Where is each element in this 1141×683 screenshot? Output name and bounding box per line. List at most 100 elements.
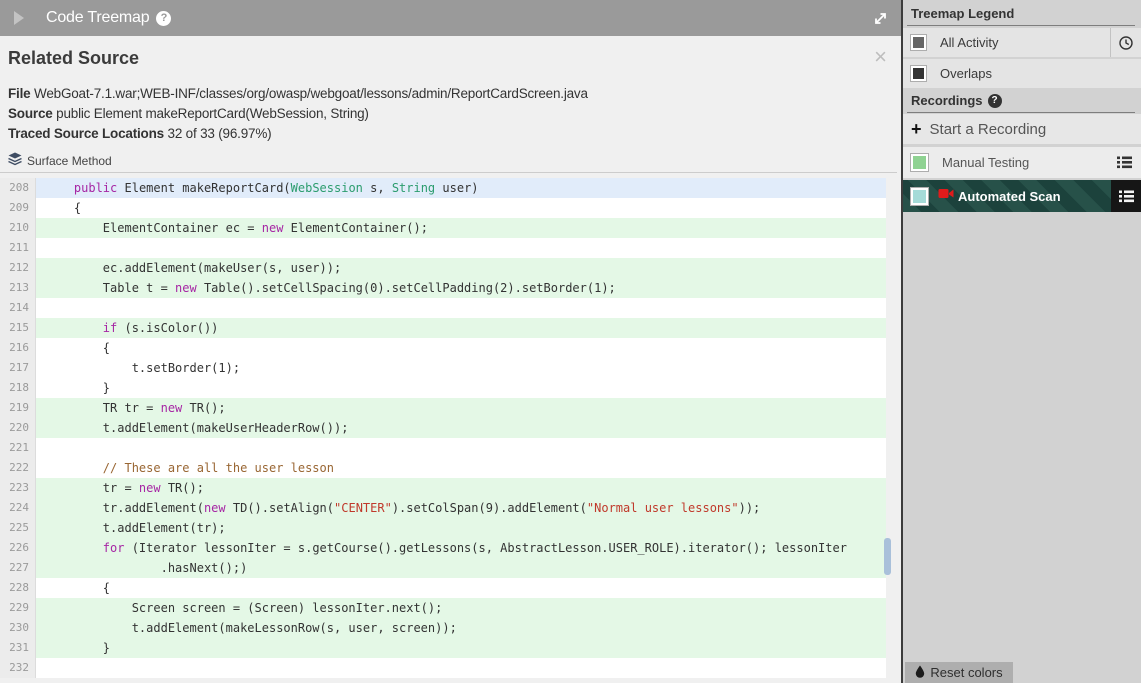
line-number: 209	[0, 198, 36, 218]
layers-icon	[8, 152, 22, 169]
code-line[interactable]: 226 for (Iterator lessonIter = s.getCour…	[0, 538, 886, 558]
line-number: 217	[0, 358, 36, 378]
code-text: t.addElement(tr);	[36, 518, 886, 538]
code-line[interactable]: 231 }	[0, 638, 886, 658]
code-line[interactable]: 227 .hasNext();)	[0, 558, 886, 578]
line-number: 208	[0, 178, 36, 198]
recordings-title-text: Recordings	[911, 93, 983, 108]
line-number: 219	[0, 398, 36, 418]
code-line[interactable]: 220 t.addElement(makeUserHeaderRow());	[0, 418, 886, 438]
code-line[interactable]: 217 t.setBorder(1);	[0, 358, 886, 378]
code-line[interactable]: 230 t.addElement(makeLessonRow(s, user, …	[0, 618, 886, 638]
code-line[interactable]: 223 tr = new TR();	[0, 478, 886, 498]
close-icon[interactable]: ×	[874, 46, 887, 68]
video-camera-icon	[938, 187, 954, 205]
all-activity-label: All Activity	[940, 35, 999, 50]
code-line[interactable]: 232	[0, 658, 886, 678]
traced-label: Traced Source Locations	[8, 126, 164, 141]
code-line[interactable]: 224 tr.addElement(new TD().setAlign("CEN…	[0, 498, 886, 518]
line-number: 215	[0, 318, 36, 338]
code-viewer: 208 public Element makeReportCard(WebSes…	[0, 178, 886, 678]
code-line[interactable]: 209 {	[0, 198, 886, 218]
plus-icon: +	[911, 119, 922, 139]
code-text: ec.addElement(makeUser(s, user));	[36, 258, 886, 278]
line-number: 229	[0, 598, 36, 618]
code-line[interactable]: 225 t.addElement(tr);	[0, 518, 886, 538]
recordings-help-icon[interactable]: ?	[987, 93, 1002, 108]
all-activity-swatch	[910, 34, 927, 51]
line-number: 221	[0, 438, 36, 458]
code-line[interactable]: 216 {	[0, 338, 886, 358]
list-icon[interactable]	[1107, 156, 1141, 169]
start-recording-button[interactable]: + Start a Recording	[903, 114, 1141, 144]
code-line[interactable]: 214	[0, 298, 886, 318]
code-line[interactable]: 222 // These are all the user lesson	[0, 458, 886, 478]
surface-method-badge: Surface Method	[8, 152, 112, 169]
surface-method-label: Surface Method	[27, 153, 112, 168]
code-line[interactable]: 212 ec.addElement(makeUser(s, user));	[0, 258, 886, 278]
reset-colors-label: Reset colors	[930, 665, 1003, 680]
code-text: {	[45, 581, 111, 595]
source-line: Source public Element makeReportCard(Web…	[8, 104, 588, 124]
recordings-rule	[907, 112, 1135, 113]
code-scrollbar-thumb[interactable]	[884, 538, 891, 575]
reset-colors-button[interactable]: Reset colors	[905, 662, 1013, 683]
code-line[interactable]: 208 public Element makeReportCard(WebSes…	[0, 178, 886, 198]
code-line[interactable]: 210 ElementContainer ec = new ElementCon…	[0, 218, 886, 238]
header-divider	[0, 172, 897, 173]
code-text: tr = new TR();	[36, 478, 886, 498]
code-text: if (s.isColor())	[36, 318, 886, 338]
source-value: public Element makeReportCard(WebSession…	[56, 106, 369, 121]
file-label: File	[8, 86, 31, 101]
legend-item-overlaps[interactable]: Overlaps	[903, 59, 1141, 88]
legend-item-all-activity[interactable]: All Activity	[903, 28, 1141, 57]
code-line[interactable]: 229 Screen screen = (Screen) lessonIter.…	[0, 598, 886, 618]
recordings-title: Recordings ?	[911, 93, 1002, 108]
line-number: 224	[0, 498, 36, 518]
help-icon[interactable]: ?	[156, 10, 172, 26]
line-number: 232	[0, 658, 36, 678]
code-line[interactable]: 211	[0, 238, 886, 258]
code-text: // These are all the user lesson	[102, 461, 334, 475]
code-text: public Element makeReportCard(WebSession…	[36, 178, 886, 198]
list-icon[interactable]	[1111, 180, 1141, 212]
line-number: 222	[0, 458, 36, 478]
treemap-sidebar: Treemap Legend All Activity Overlaps Rec…	[901, 0, 1141, 683]
recording-row-automated-scan[interactable]: Automated Scan	[903, 180, 1141, 212]
code-line[interactable]: 228 {	[0, 578, 886, 598]
code-text: }	[45, 381, 111, 395]
code-text: {	[45, 201, 82, 215]
recording-row-manual-testing[interactable]: Manual Testing	[903, 147, 1141, 178]
overlaps-label: Overlaps	[940, 66, 993, 81]
line-number: 230	[0, 618, 36, 638]
line-number: 210	[0, 218, 36, 238]
code-text: .hasNext();)	[36, 558, 886, 578]
manual-testing-swatch	[910, 153, 929, 172]
expand-icon[interactable]	[872, 10, 889, 32]
history-icon[interactable]	[1110, 28, 1141, 57]
line-number: 223	[0, 478, 36, 498]
start-recording-label: Start a Recording	[929, 120, 1047, 138]
line-number: 218	[0, 378, 36, 398]
line-number: 212	[0, 258, 36, 278]
line-number: 211	[0, 238, 36, 258]
treemap-title: Code Treemap	[46, 9, 150, 26]
legend-rule	[907, 25, 1135, 26]
file-value: WebGoat-7.1.war;WEB-INF/classes/org/owas…	[34, 86, 588, 101]
line-number: 213	[0, 278, 36, 298]
line-number: 225	[0, 518, 36, 538]
code-text: {	[45, 341, 111, 355]
code-line[interactable]: 213 Table t = new Table().setCellSpacing…	[0, 278, 886, 298]
file-line: File WebGoat-7.1.war;WEB-INF/classes/org…	[8, 84, 588, 104]
code-line[interactable]: 221	[0, 438, 886, 458]
code-line[interactable]: 215 if (s.isColor())	[0, 318, 886, 338]
code-text: t.setBorder(1);	[45, 361, 241, 375]
code-line[interactable]: 218 }	[0, 378, 886, 398]
automated-scan-swatch	[910, 186, 929, 206]
collapse-triangle-icon[interactable]	[14, 11, 24, 25]
code-line[interactable]: 219 TR tr = new TR();	[0, 398, 886, 418]
